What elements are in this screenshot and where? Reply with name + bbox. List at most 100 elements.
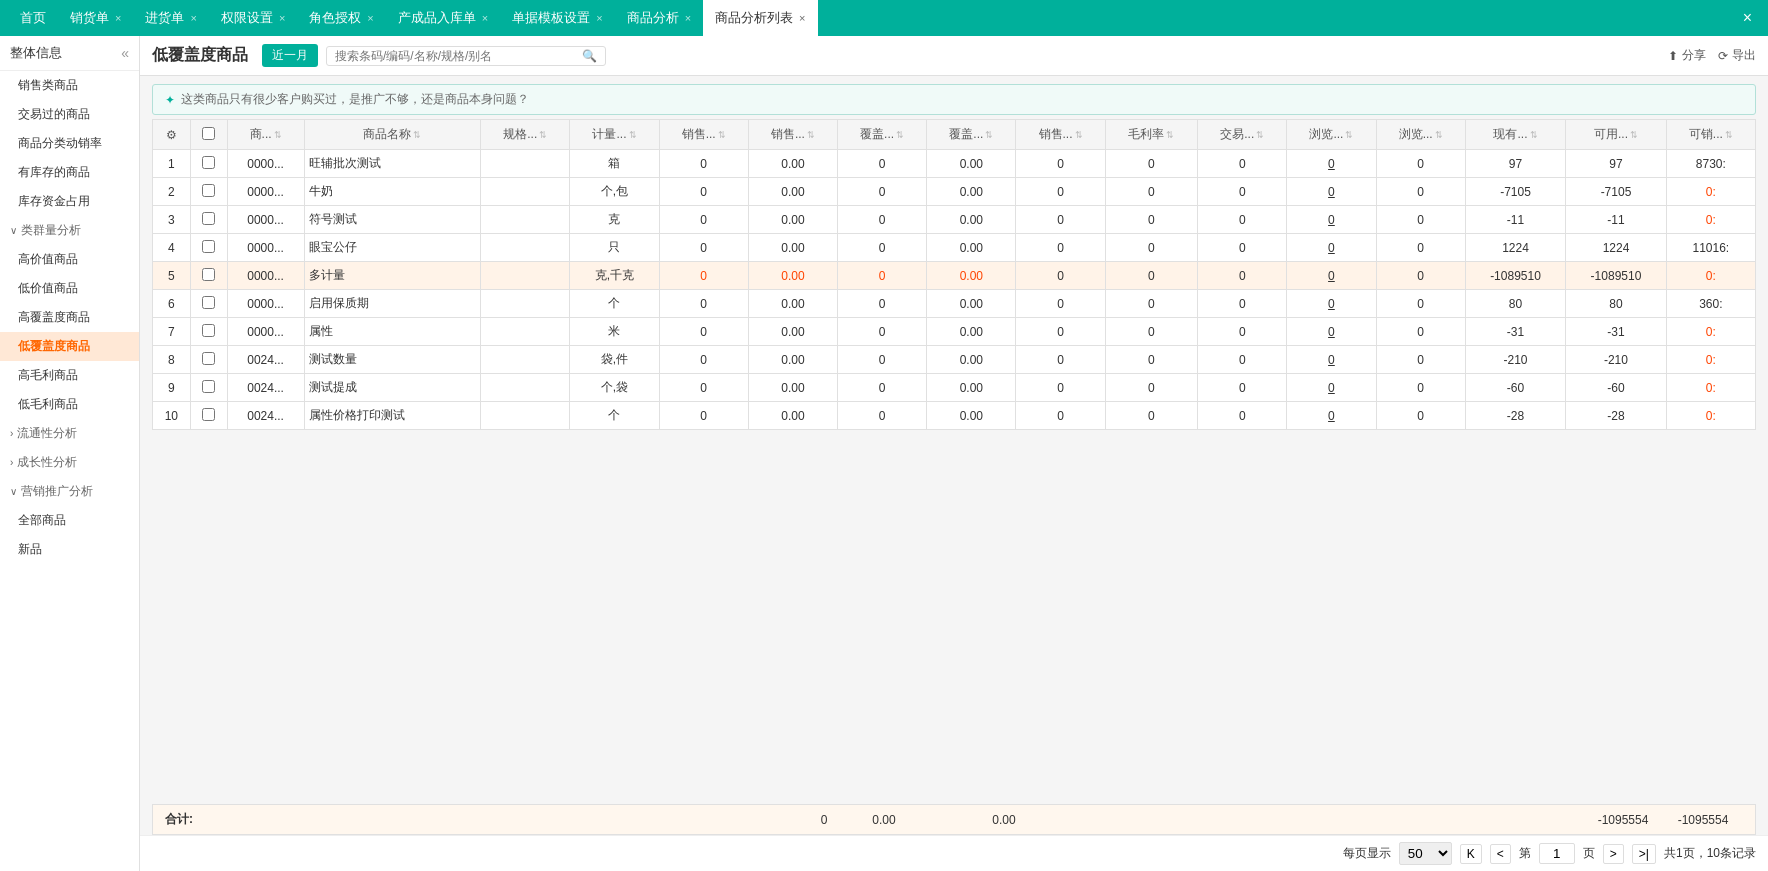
col-header-settings[interactable]: ⚙ xyxy=(153,120,191,150)
view-link[interactable]: 0 xyxy=(1328,269,1335,283)
sidebar-item-高价值商品[interactable]: 高价值商品 xyxy=(0,245,139,274)
cell-view1[interactable]: 0 xyxy=(1287,206,1376,234)
nav-item-close-icon[interactable]: × xyxy=(685,12,691,24)
sidebar-section-流通性分析[interactable]: ›流通性分析 xyxy=(0,419,139,448)
sidebar-section-营销推广分析[interactable]: ∨营销推广分析 xyxy=(0,477,139,506)
col-header-current_stock[interactable]: 现有...⇅ xyxy=(1465,120,1565,150)
export-button[interactable]: ⟳ 导出 xyxy=(1718,47,1756,64)
nav-item-首页[interactable]: 首页 xyxy=(8,0,58,36)
prev-page-button[interactable]: < xyxy=(1490,844,1511,864)
row-checkbox[interactable] xyxy=(202,240,215,253)
cell-view1[interactable]: 0 xyxy=(1287,178,1376,206)
nav-item-权限设置[interactable]: 权限设置× xyxy=(209,0,297,36)
cell-gross_margin: 0 xyxy=(1105,262,1198,290)
row-checkbox[interactable] xyxy=(202,156,215,169)
page-number-input[interactable] xyxy=(1539,843,1575,864)
per-page-select[interactable]: 2050100200 xyxy=(1399,842,1452,865)
col-header-gross_margin[interactable]: 毛利率⇅ xyxy=(1105,120,1198,150)
cell-view1[interactable]: 0 xyxy=(1287,290,1376,318)
table-container[interactable]: ⚙商...⇅商品名称⇅规格...⇅计量...⇅销售...⇅销售...⇅覆盖...… xyxy=(140,119,1768,804)
sidebar-item-高覆盖度商品[interactable]: 高覆盖度商品 xyxy=(0,303,139,332)
col-header-trans[interactable]: 交易...⇅ xyxy=(1198,120,1287,150)
col-header-sales_pct[interactable]: 销售...⇅ xyxy=(1016,120,1105,150)
row-checkbox[interactable] xyxy=(202,268,215,281)
sidebar-item-有库存的商品[interactable]: 有库存的商品 xyxy=(0,158,139,187)
cell-view1[interactable]: 0 xyxy=(1287,262,1376,290)
row-checkbox[interactable] xyxy=(202,296,215,309)
first-page-button[interactable]: K xyxy=(1460,844,1482,864)
cell-view1[interactable]: 0 xyxy=(1287,402,1376,430)
sidebar-item-商品分类动销率[interactable]: 商品分类动销率 xyxy=(0,129,139,158)
nav-item-单据模板设置[interactable]: 单据模板设置× xyxy=(500,0,614,36)
col-header-sales_amt[interactable]: 销售...⇅ xyxy=(748,120,837,150)
close-all-button[interactable]: × xyxy=(1735,9,1760,27)
view-link[interactable]: 0 xyxy=(1328,297,1335,311)
cell-view1[interactable]: 0 xyxy=(1287,234,1376,262)
row-checkbox[interactable] xyxy=(202,324,215,337)
col-header-unit[interactable]: 计量...⇅ xyxy=(570,120,659,150)
col-header-view2[interactable]: 浏览...⇅ xyxy=(1376,120,1465,150)
view-link[interactable]: 0 xyxy=(1328,353,1335,367)
sidebar-item-低覆盖度商品[interactable]: 低覆盖度商品 xyxy=(0,332,139,361)
sidebar-item-新品[interactable]: 新品 xyxy=(0,535,139,564)
nav-item-销货单[interactable]: 销货单× xyxy=(58,0,133,36)
nav-item-close-icon[interactable]: × xyxy=(190,12,196,24)
cell-sellable: 360: xyxy=(1666,290,1755,318)
cell-view1[interactable]: 0 xyxy=(1287,346,1376,374)
nav-item-close-icon[interactable]: × xyxy=(596,12,602,24)
cell-num: 3 xyxy=(153,206,191,234)
view-link[interactable]: 0 xyxy=(1328,241,1335,255)
row-checkbox[interactable] xyxy=(202,184,215,197)
col-header-view1[interactable]: 浏览...⇅ xyxy=(1287,120,1376,150)
col-header-name[interactable]: 商品名称⇅ xyxy=(304,120,481,150)
nav-item-close-icon[interactable]: × xyxy=(279,12,285,24)
view-link[interactable]: 0 xyxy=(1328,185,1335,199)
nav-item-close-icon[interactable]: × xyxy=(482,12,488,24)
filter-button[interactable]: 近一月 xyxy=(262,44,318,67)
col-header-cover1[interactable]: 覆盖...⇅ xyxy=(838,120,927,150)
cell-view1[interactable]: 0 xyxy=(1287,318,1376,346)
select-all-checkbox[interactable] xyxy=(202,127,215,140)
cell-view1[interactable]: 0 xyxy=(1287,150,1376,178)
nav-item-close-icon[interactable]: × xyxy=(367,12,373,24)
row-checkbox[interactable] xyxy=(202,380,215,393)
nav-item-close-icon[interactable]: × xyxy=(799,12,805,24)
last-page-button[interactable]: >| xyxy=(1632,844,1656,864)
view-link[interactable]: 0 xyxy=(1328,325,1335,339)
sidebar-section-类群量分析[interactable]: ∨类群量分析 xyxy=(0,216,139,245)
row-checkbox[interactable] xyxy=(202,212,215,225)
sidebar-section-成长性分析[interactable]: ›成长性分析 xyxy=(0,448,139,477)
col-header-sales_qty[interactable]: 销售...⇅ xyxy=(659,120,748,150)
next-page-button[interactable]: > xyxy=(1603,844,1624,864)
share-button[interactable]: ⬆ 分享 xyxy=(1668,47,1706,64)
nav-item-商品分析列表[interactable]: 商品分析列表× xyxy=(703,0,817,36)
sidebar-item-高毛利商品[interactable]: 高毛利商品 xyxy=(0,361,139,390)
cell-view1[interactable]: 0 xyxy=(1287,374,1376,402)
nav-item-进货单[interactable]: 进货单× xyxy=(133,0,208,36)
nav-item-商品分析[interactable]: 商品分析× xyxy=(615,0,703,36)
sidebar-collapse-button[interactable]: « xyxy=(121,45,129,61)
view-link[interactable]: 0 xyxy=(1328,381,1335,395)
col-header-checkbox[interactable] xyxy=(190,120,227,150)
view-link[interactable]: 0 xyxy=(1328,157,1335,171)
col-header-available_stock[interactable]: 可用...⇅ xyxy=(1566,120,1666,150)
nav-item-产成品入库单[interactable]: 产成品入库单× xyxy=(386,0,500,36)
sidebar-item-全部商品[interactable]: 全部商品 xyxy=(0,506,139,535)
sidebar-item-销售类商品[interactable]: 销售类商品 xyxy=(0,71,139,100)
nav-item-close-icon[interactable]: × xyxy=(115,12,121,24)
col-header-sellable[interactable]: 可销...⇅ xyxy=(1666,120,1755,150)
col-header-code[interactable]: 商...⇅ xyxy=(227,120,304,150)
sidebar-item-交易过的商品[interactable]: 交易过的商品 xyxy=(0,100,139,129)
sidebar-item-低毛利商品[interactable]: 低毛利商品 xyxy=(0,390,139,419)
view-link[interactable]: 0 xyxy=(1328,213,1335,227)
row-checkbox[interactable] xyxy=(202,352,215,365)
view-link[interactable]: 0 xyxy=(1328,409,1335,423)
nav-item-角色授权[interactable]: 角色授权× xyxy=(297,0,385,36)
sidebar-item-低价值商品[interactable]: 低价值商品 xyxy=(0,274,139,303)
row-checkbox[interactable] xyxy=(202,408,215,421)
sidebar-item-库存资金占用[interactable]: 库存资金占用 xyxy=(0,187,139,216)
search-icon[interactable]: 🔍 xyxy=(582,49,597,63)
col-header-spec[interactable]: 规格...⇅ xyxy=(481,120,570,150)
col-header-cover2[interactable]: 覆盖...⇅ xyxy=(927,120,1016,150)
search-input[interactable] xyxy=(335,49,578,63)
